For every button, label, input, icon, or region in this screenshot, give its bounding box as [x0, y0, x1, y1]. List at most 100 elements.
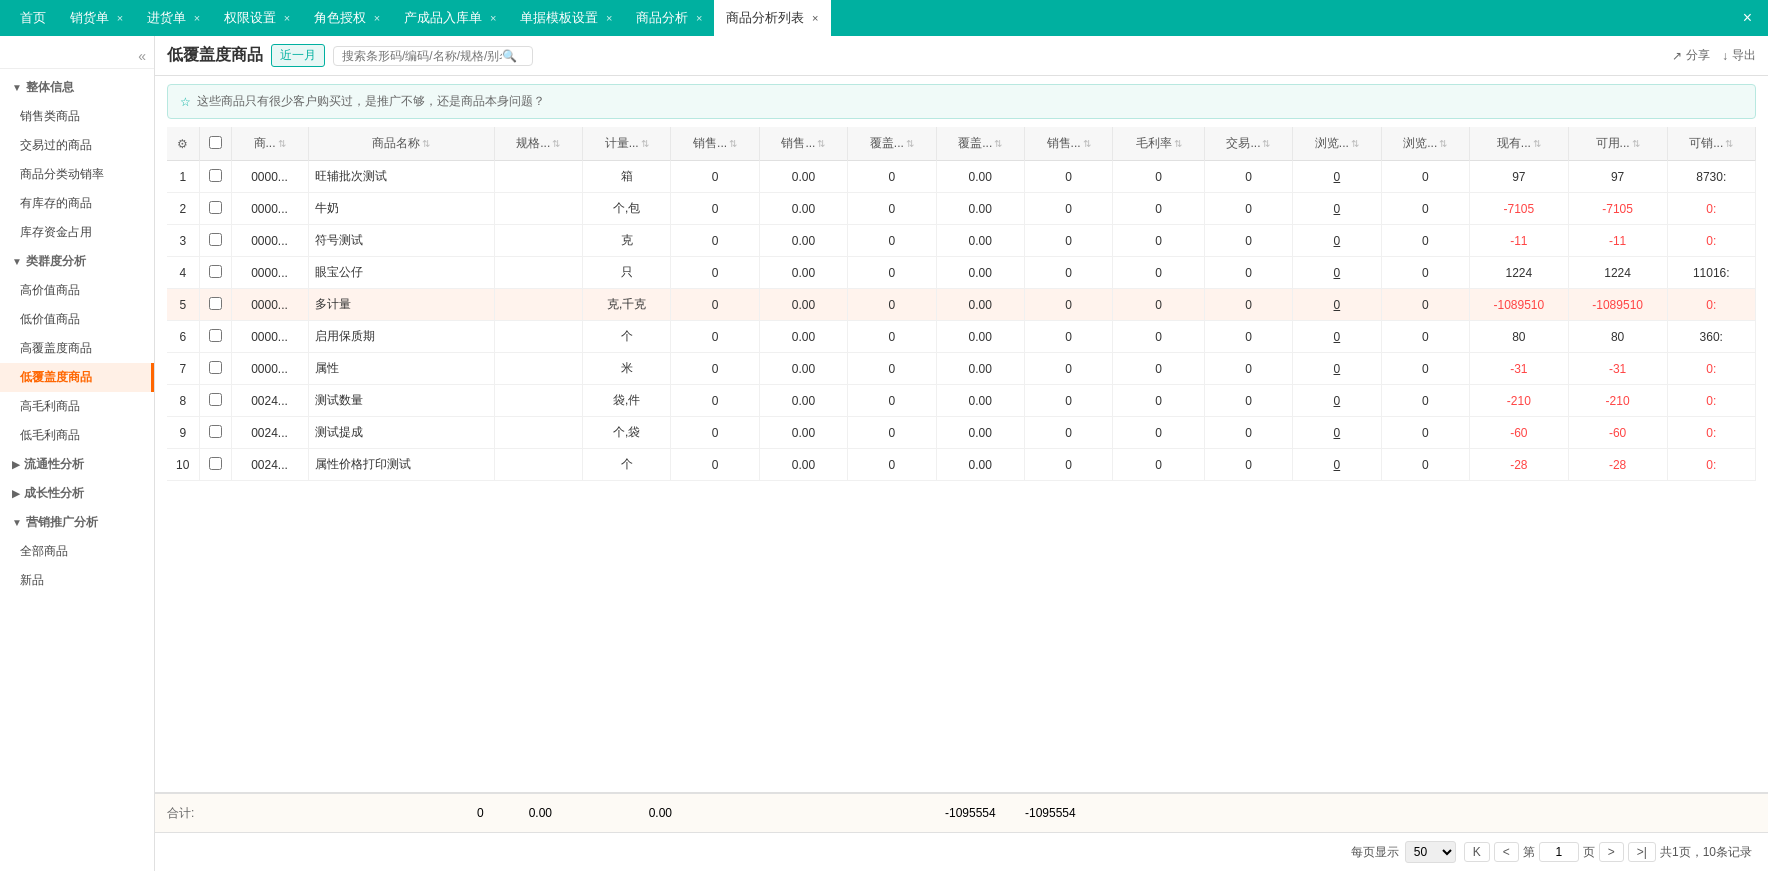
- row-select-checkbox[interactable]: [209, 297, 222, 310]
- sidebar-item-high-profit[interactable]: 高毛利商品: [0, 392, 154, 421]
- row-select-checkbox[interactable]: [209, 233, 222, 246]
- export-button[interactable]: ↓ 导出: [1722, 47, 1756, 64]
- row-checkbox[interactable]: [199, 321, 231, 353]
- nav-product-entry[interactable]: 产成品入库单 ×: [392, 0, 508, 36]
- col-browse2[interactable]: 浏览... ⇅: [1381, 127, 1469, 161]
- date-filter-badge[interactable]: 近一月: [271, 44, 325, 67]
- sidebar-section-overall[interactable]: ▼ 整体信息: [0, 73, 154, 102]
- last-page-button[interactable]: >|: [1628, 842, 1656, 862]
- nav-close-template[interactable]: ×: [606, 12, 612, 24]
- row-select-checkbox[interactable]: [209, 425, 222, 438]
- nav-close-sales[interactable]: ×: [117, 12, 123, 24]
- sidebar-item-all-goods[interactable]: 全部商品: [0, 537, 154, 566]
- sidebar-item-high-coverage[interactable]: 高覆盖度商品: [0, 334, 154, 363]
- col-unit[interactable]: 计量... ⇅: [582, 127, 670, 161]
- select-all-checkbox[interactable]: [209, 136, 222, 149]
- nav-close-product-analysis-list[interactable]: ×: [812, 12, 818, 24]
- col-browse1[interactable]: 浏览... ⇅: [1293, 127, 1381, 161]
- row-browse1[interactable]: 0: [1293, 353, 1381, 385]
- row-gross-rate: 0: [1113, 257, 1204, 289]
- nav-close-permissions[interactable]: ×: [284, 12, 290, 24]
- col-sellable[interactable]: 可销... ⇅: [1667, 127, 1755, 161]
- nav-product-analysis[interactable]: 商品分析 ×: [624, 0, 714, 36]
- share-button[interactable]: ↗ 分享: [1672, 47, 1710, 64]
- row-checkbox[interactable]: [199, 417, 231, 449]
- row-browse2: 0: [1381, 225, 1469, 257]
- col-sales2[interactable]: 销售... ⇅: [759, 127, 847, 161]
- page-number-input[interactable]: [1539, 842, 1579, 862]
- row-checkbox[interactable]: [199, 385, 231, 417]
- sidebar-item-in-stock-goods[interactable]: 有库存的商品: [0, 189, 154, 218]
- row-checkbox[interactable]: [199, 193, 231, 225]
- nav-close-roles[interactable]: ×: [374, 12, 380, 24]
- col-sales1[interactable]: 销售... ⇅: [671, 127, 759, 161]
- sidebar-section-marketing[interactable]: ▼ 营销推广分析: [0, 508, 154, 537]
- sidebar-item-stock-capital[interactable]: 库存资金占用: [0, 218, 154, 247]
- row-checkbox[interactable]: [199, 257, 231, 289]
- col-name[interactable]: 商品名称 ⇅: [308, 127, 494, 161]
- col-available[interactable]: 可用... ⇅: [1568, 127, 1667, 161]
- nav-purchase[interactable]: 进货单 ×: [135, 0, 212, 36]
- nav-sales[interactable]: 销货单 ×: [58, 0, 135, 36]
- sidebar-item-category-rate[interactable]: 商品分类动销率: [0, 160, 154, 189]
- row-browse1[interactable]: 0: [1293, 193, 1381, 225]
- row-select-checkbox[interactable]: [209, 457, 222, 470]
- col-code[interactable]: 商... ⇅: [231, 127, 308, 161]
- row-select-checkbox[interactable]: [209, 169, 222, 182]
- nav-close-purchase[interactable]: ×: [194, 12, 200, 24]
- col-coverage1[interactable]: 覆盖... ⇅: [848, 127, 936, 161]
- sidebar-collapse-button[interactable]: «: [0, 44, 154, 69]
- row-select-checkbox[interactable]: [209, 361, 222, 374]
- row-select-checkbox[interactable]: [209, 393, 222, 406]
- per-page-select[interactable]: 50 20 100: [1405, 841, 1456, 863]
- row-select-checkbox[interactable]: [209, 265, 222, 278]
- col-settings[interactable]: ⚙: [167, 127, 199, 161]
- sidebar-item-low-profit[interactable]: 低毛利商品: [0, 421, 154, 450]
- sidebar-item-low-coverage[interactable]: 低覆盖度商品: [0, 363, 154, 392]
- row-checkbox[interactable]: [199, 225, 231, 257]
- nav-permissions[interactable]: 权限设置 ×: [212, 0, 302, 36]
- row-browse1[interactable]: 0: [1293, 449, 1381, 481]
- col-gross-rate[interactable]: 毛利率 ⇅: [1113, 127, 1204, 161]
- row-gross-rate: 0: [1113, 161, 1204, 193]
- sidebar-item-sales-goods[interactable]: 销售类商品: [0, 102, 154, 131]
- row-checkbox[interactable]: [199, 289, 231, 321]
- first-page-button[interactable]: K: [1464, 842, 1490, 862]
- row-checkbox[interactable]: [199, 161, 231, 193]
- sidebar-item-high-value[interactable]: 高价值商品: [0, 276, 154, 305]
- col-transaction[interactable]: 交易... ⇅: [1204, 127, 1292, 161]
- col-sales3[interactable]: 销售... ⇅: [1024, 127, 1112, 161]
- row-browse1[interactable]: 0: [1293, 289, 1381, 321]
- sidebar-section-group[interactable]: ▼ 类群度分析: [0, 247, 154, 276]
- col-coverage2[interactable]: 覆盖... ⇅: [936, 127, 1024, 161]
- nav-product-analysis-list[interactable]: 商品分析列表 ×: [714, 0, 830, 36]
- nav-close-product-entry[interactable]: ×: [490, 12, 496, 24]
- search-icon[interactable]: 🔍: [502, 49, 517, 63]
- sidebar-item-low-value[interactable]: 低价值商品: [0, 305, 154, 334]
- row-select-checkbox[interactable]: [209, 329, 222, 342]
- prev-page-button[interactable]: <: [1494, 842, 1519, 862]
- next-page-button[interactable]: >: [1599, 842, 1624, 862]
- nav-close-product-analysis[interactable]: ×: [696, 12, 702, 24]
- sidebar-item-traded-goods[interactable]: 交易过的商品: [0, 131, 154, 160]
- row-browse1[interactable]: 0: [1293, 161, 1381, 193]
- row-browse1[interactable]: 0: [1293, 257, 1381, 289]
- sidebar-section-growth[interactable]: ▶ 成长性分析: [0, 479, 154, 508]
- window-close-button[interactable]: ×: [1735, 9, 1760, 27]
- nav-roles[interactable]: 角色授权 ×: [302, 0, 392, 36]
- row-browse1[interactable]: 0: [1293, 321, 1381, 353]
- col-current[interactable]: 现有... ⇅: [1469, 127, 1568, 161]
- nav-template[interactable]: 单据模板设置 ×: [508, 0, 624, 36]
- row-checkbox[interactable]: [199, 353, 231, 385]
- row-select-checkbox[interactable]: [209, 201, 222, 214]
- sidebar-section-circulation[interactable]: ▶ 流通性分析: [0, 450, 154, 479]
- row-browse1[interactable]: 0: [1293, 417, 1381, 449]
- row-checkbox[interactable]: [199, 449, 231, 481]
- row-browse1[interactable]: 0: [1293, 385, 1381, 417]
- row-coverage1: 0: [848, 321, 936, 353]
- nav-home[interactable]: 首页: [8, 0, 58, 36]
- sidebar-item-new-products[interactable]: 新品: [0, 566, 154, 595]
- col-spec[interactable]: 规格... ⇅: [494, 127, 582, 161]
- search-input[interactable]: [342, 49, 502, 63]
- row-browse1[interactable]: 0: [1293, 225, 1381, 257]
